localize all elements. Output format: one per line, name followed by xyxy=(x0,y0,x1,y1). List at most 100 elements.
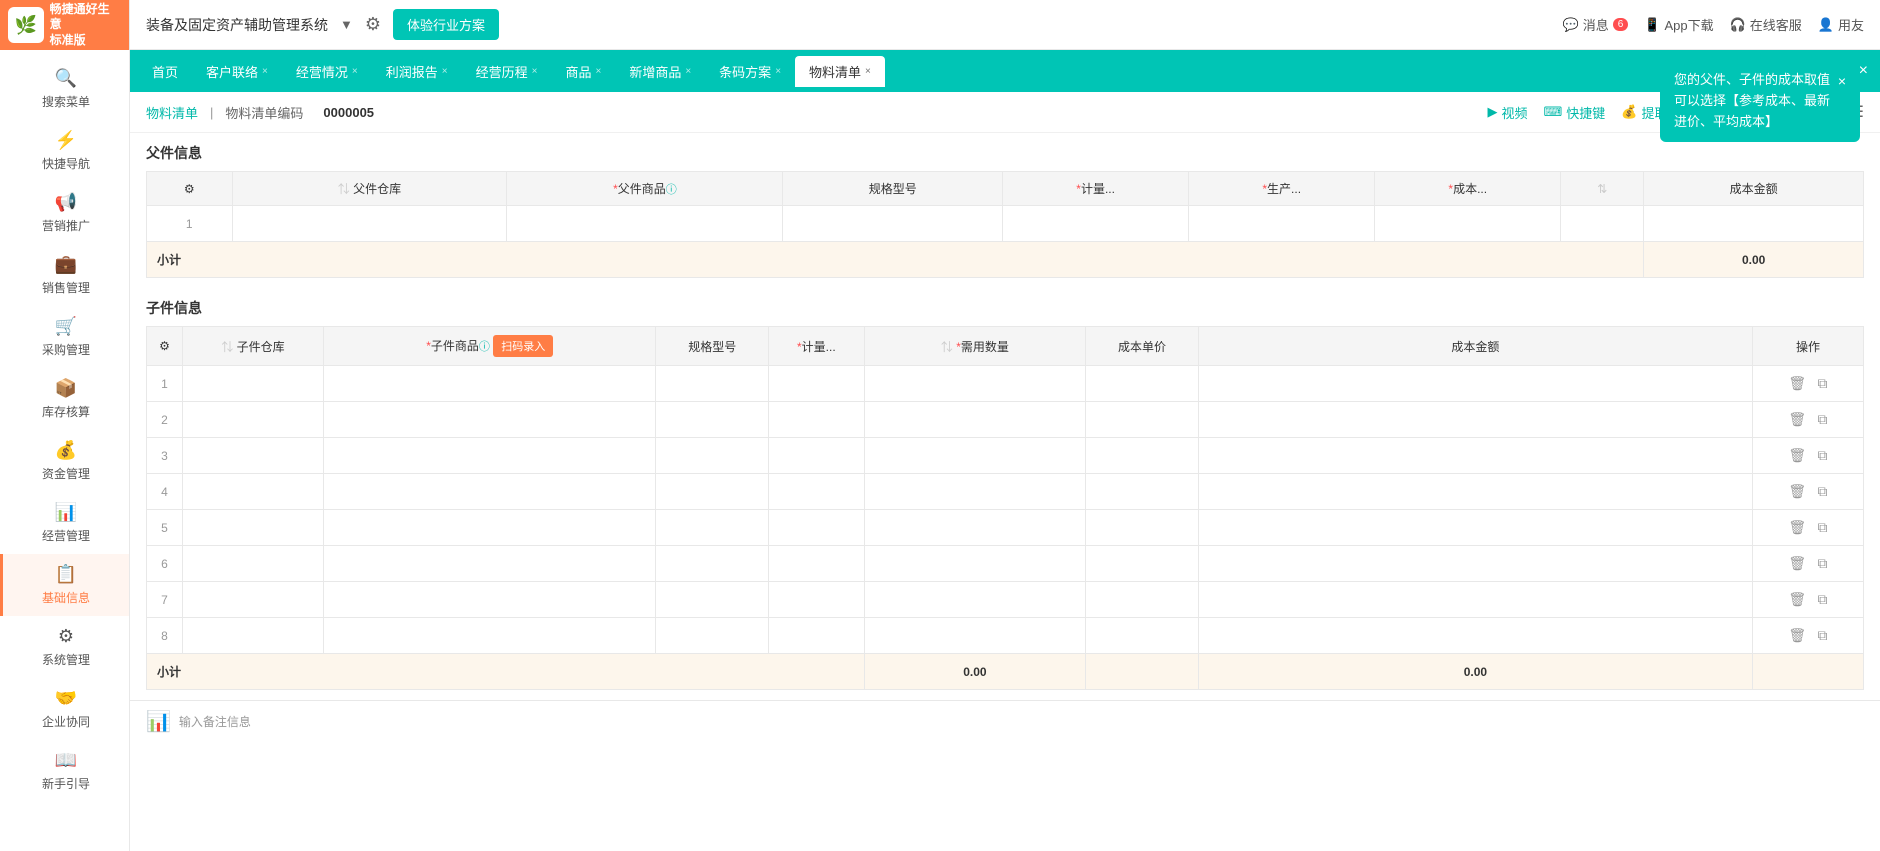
breadcrumb-item[interactable]: 物料清单 xyxy=(146,103,198,122)
child-spec-7[interactable] xyxy=(656,582,769,618)
child-unit-3[interactable] xyxy=(769,438,864,474)
child-warehouse-8[interactable] xyxy=(183,618,324,654)
tab-profit-close[interactable]: × xyxy=(442,66,448,77)
delete-row-3-btn[interactable]: 🗑 xyxy=(1784,445,1810,466)
online-service-btn[interactable]: 🎧 在线客服 xyxy=(1730,15,1802,34)
child-warehouse-4[interactable] xyxy=(183,474,324,510)
tab-new-goods[interactable]: 新增商品 × xyxy=(615,56,705,87)
child-spec-1[interactable] xyxy=(656,366,769,402)
experience-btn[interactable]: 体验行业方案 xyxy=(393,9,499,40)
child-price-4[interactable] xyxy=(1086,474,1199,510)
tab-operations[interactable]: 经营情况 × xyxy=(282,56,372,87)
tab-barcode-close[interactable]: × xyxy=(775,66,781,77)
child-unit-5[interactable] xyxy=(769,510,864,546)
sidebar-item-basic-info[interactable]: 📋 基础信息 xyxy=(0,554,129,616)
copy-row-4-btn[interactable]: ⧉ xyxy=(1814,481,1832,502)
parent-produce-cell[interactable] xyxy=(1189,206,1375,242)
child-warehouse-7[interactable] xyxy=(183,582,324,618)
child-spec-6[interactable] xyxy=(656,546,769,582)
sidebar-item-guide[interactable]: 📖 新手引导 xyxy=(0,740,129,802)
child-price-3[interactable] xyxy=(1086,438,1199,474)
sidebar-item-marketing[interactable]: 📢 营销推广 xyxy=(0,182,129,244)
child-spec-8[interactable] xyxy=(656,618,769,654)
child-goods-8[interactable] xyxy=(324,618,656,654)
gear-icon[interactable]: ⚙ xyxy=(365,14,381,35)
tab-goods[interactable]: 商品 × xyxy=(551,56,615,87)
child-spec-4[interactable] xyxy=(656,474,769,510)
tab-new-goods-close[interactable]: × xyxy=(685,66,691,77)
child-spec-5[interactable] xyxy=(656,510,769,546)
child-unit-8[interactable] xyxy=(769,618,864,654)
child-goods-4[interactable] xyxy=(324,474,656,510)
child-spec-2[interactable] xyxy=(656,402,769,438)
child-unit-6[interactable] xyxy=(769,546,864,582)
app-download-btn[interactable]: 📱 App下载 xyxy=(1644,15,1713,34)
copy-row-7-btn[interactable]: ⧉ xyxy=(1814,589,1832,610)
child-goods-1[interactable] xyxy=(324,366,656,402)
sidebar-item-sales[interactable]: 💼 销售管理 xyxy=(0,244,129,306)
delete-row-4-btn[interactable]: 🗑 xyxy=(1784,481,1810,502)
user-btn[interactable]: 👤 用友 xyxy=(1818,15,1864,34)
sidebar-item-purchase[interactable]: 🛒 采购管理 xyxy=(0,306,129,368)
copy-row-3-btn[interactable]: ⧉ xyxy=(1814,445,1832,466)
child-price-5[interactable] xyxy=(1086,510,1199,546)
child-qty-7[interactable] xyxy=(864,582,1086,618)
child-qty-2[interactable] xyxy=(864,402,1086,438)
table-icon[interactable]: 📊 xyxy=(146,709,171,734)
scan-input-btn[interactable]: 扫码录入 xyxy=(493,335,553,357)
parent-warehouse-cell[interactable] xyxy=(232,206,507,242)
child-goods-2[interactable] xyxy=(324,402,656,438)
delete-row-5-btn[interactable]: 🗑 xyxy=(1784,517,1810,538)
sidebar-item-inventory[interactable]: 📦 库存核算 xyxy=(0,368,129,430)
child-warehouse-3[interactable] xyxy=(183,438,324,474)
child-goods-3[interactable] xyxy=(324,438,656,474)
child-qty-1[interactable] xyxy=(864,366,1086,402)
copy-row-2-btn[interactable]: ⧉ xyxy=(1814,409,1832,430)
message-btn[interactable]: 💬 消息 6 xyxy=(1563,15,1629,34)
delete-row-7-btn[interactable]: 🗑 xyxy=(1784,589,1810,610)
child-price-7[interactable] xyxy=(1086,582,1199,618)
child-unit-1[interactable] xyxy=(769,366,864,402)
parent-unit-cell[interactable] xyxy=(1003,206,1189,242)
sidebar-item-enterprise[interactable]: 🤝 企业协同 xyxy=(0,678,129,740)
child-warehouse-2[interactable] xyxy=(183,402,324,438)
sidebar-item-quicknav[interactable]: ⚡ 快捷导航 xyxy=(0,120,129,182)
tab-customer[interactable]: 客户联络 × xyxy=(192,56,282,87)
child-goods-6[interactable] xyxy=(324,546,656,582)
child-goods-5[interactable] xyxy=(324,510,656,546)
tab-operations-close[interactable]: × xyxy=(352,66,358,77)
delete-row-8-btn[interactable]: 🗑 xyxy=(1784,625,1810,646)
child-price-8[interactable] xyxy=(1086,618,1199,654)
tab-customer-close[interactable]: × xyxy=(262,66,268,77)
child-col-settings[interactable]: ⚙ xyxy=(147,327,183,366)
sidebar-item-system[interactable]: ⚙ 系统管理 xyxy=(0,616,129,678)
child-unit-4[interactable] xyxy=(769,474,864,510)
tab-bom-close[interactable]: × xyxy=(865,66,871,77)
child-qty-3[interactable] xyxy=(864,438,1086,474)
delete-row-2-btn[interactable]: 🗑 xyxy=(1784,409,1810,430)
tab-history[interactable]: 经营历程 × xyxy=(462,56,552,87)
child-price-1[interactable] xyxy=(1086,366,1199,402)
tab-history-close[interactable]: × xyxy=(532,66,538,77)
child-warehouse-1[interactable] xyxy=(183,366,324,402)
sidebar-item-finance[interactable]: 💰 资金管理 xyxy=(0,430,129,492)
parent-goods-cell[interactable] xyxy=(507,206,783,242)
child-warehouse-5[interactable] xyxy=(183,510,324,546)
child-price-6[interactable] xyxy=(1086,546,1199,582)
copy-row-1-btn[interactable]: ⧉ xyxy=(1814,373,1832,394)
parent-spec-cell[interactable] xyxy=(783,206,1003,242)
tab-bom[interactable]: 物料清单 × xyxy=(795,56,885,87)
child-qty-6[interactable] xyxy=(864,546,1086,582)
delete-row-1-btn[interactable]: 🗑 xyxy=(1784,373,1810,394)
copy-row-6-btn[interactable]: ⧉ xyxy=(1814,553,1832,574)
shortcut-action[interactable]: ⌨ 快捷键 xyxy=(1543,103,1605,122)
parent-col-settings[interactable]: ⚙ xyxy=(147,172,233,206)
tab-profit[interactable]: 利润报告 × xyxy=(372,56,462,87)
dropdown-arrow-icon[interactable]: ▼ xyxy=(340,17,353,32)
child-qty-4[interactable] xyxy=(864,474,1086,510)
copy-row-5-btn[interactable]: ⧉ xyxy=(1814,517,1832,538)
parent-cost-type-cell[interactable] xyxy=(1375,206,1561,242)
child-warehouse-6[interactable] xyxy=(183,546,324,582)
child-price-2[interactable] xyxy=(1086,402,1199,438)
copy-row-8-btn[interactable]: ⧉ xyxy=(1814,625,1832,646)
